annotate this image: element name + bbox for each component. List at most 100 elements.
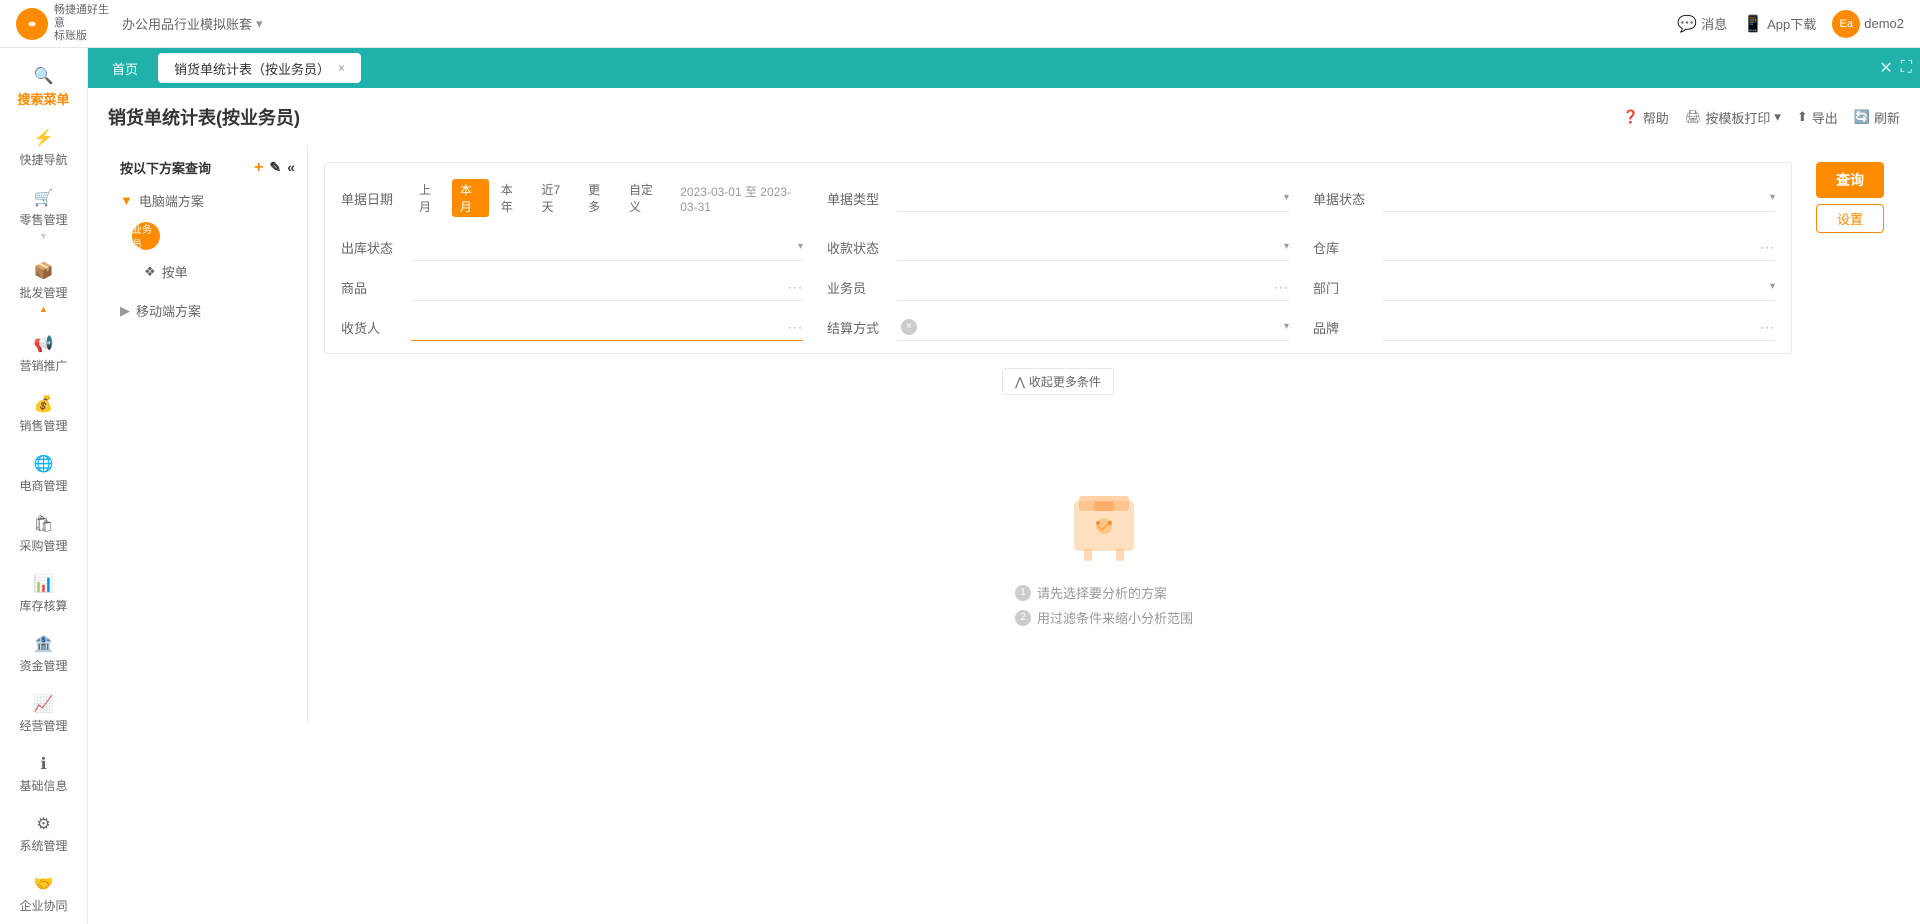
sidebar-item-system[interactable]: ⚙ 系统管理 bbox=[0, 804, 87, 864]
receiver-control[interactable]: ··· bbox=[411, 313, 803, 341]
brand-control[interactable]: ··· bbox=[1383, 313, 1775, 341]
sidebar-item-ecommerce[interactable]: 🌐 电商管理 bbox=[0, 444, 87, 504]
docstatus-label: 单据状态 bbox=[1313, 189, 1383, 208]
sidebar-item-enterprise[interactable]: 🤝 企业协同 bbox=[0, 864, 87, 924]
sidebar-item-basic[interactable]: ℹ 基础信息 bbox=[0, 744, 87, 804]
left-panel-edit-btn[interactable]: ✎ bbox=[269, 159, 281, 177]
warehouse-label: 仓库 bbox=[1313, 238, 1383, 257]
sidebar-item-operations[interactable]: 📈 经营管理 bbox=[0, 684, 87, 744]
settlement-control[interactable]: × ▾ bbox=[897, 313, 1289, 341]
dept-dropdown-arrow[interactable]: ▾ bbox=[1770, 281, 1775, 292]
collapse-button[interactable]: ⋀ 收起更多条件 bbox=[1002, 368, 1114, 395]
inventory-icon: 📊 bbox=[34, 574, 54, 594]
date-btn-7days[interactable]: 近7天 bbox=[534, 179, 577, 217]
goods-label: 商品 bbox=[341, 278, 411, 297]
sidebar-item-shortcut[interactable]: ⚡ 快捷导航 bbox=[0, 118, 87, 178]
sidebar-search-label: 搜索菜单 bbox=[17, 89, 69, 108]
sidebar-item-wholesale[interactable]: 📦 批发管理 ▲ bbox=[0, 251, 87, 324]
finance-icon: 🏦 bbox=[34, 634, 54, 654]
top-bar-left: 畅捷通好生意 标账版 办公用品行业模拟账套 ▾ bbox=[16, 4, 263, 44]
dept-control[interactable]: ▾ bbox=[1383, 273, 1775, 301]
collectstatus-control[interactable]: ▾ bbox=[897, 233, 1289, 261]
help-icon: ❓ bbox=[1623, 109, 1639, 125]
brand-dots[interactable]: ··· bbox=[1760, 320, 1775, 334]
date-btn-custom[interactable]: 自定义 bbox=[621, 179, 668, 217]
sidebar-item-sales[interactable]: 💰 销售管理 bbox=[0, 384, 87, 444]
print-dropdown-icon[interactable]: ▾ bbox=[1774, 109, 1781, 125]
marketing-icon: 📢 bbox=[34, 334, 54, 354]
sidebar-item-search[interactable]: 🔍 搜索菜单 bbox=[0, 56, 87, 118]
sidebar-item-inventory[interactable]: 📊 库存核算 bbox=[0, 564, 87, 624]
tab-active[interactable]: 销货单统计表（按业务员） × bbox=[158, 53, 361, 83]
logo-text: 畅捷通好生意 标账版 bbox=[54, 4, 114, 44]
tab-close-button[interactable]: × bbox=[338, 61, 345, 75]
left-panel-add-btn[interactable]: + bbox=[254, 159, 263, 177]
enterprise-icon: 🤝 bbox=[34, 874, 54, 894]
print-icon: 🖨 bbox=[1685, 109, 1702, 125]
sidebar-finance-label: 资金管理 bbox=[19, 657, 67, 674]
sub-item-order[interactable]: ❖ 按单 bbox=[108, 256, 307, 287]
message-item[interactable]: 💬 消息 bbox=[1677, 14, 1727, 34]
settlement-label: 结算方式 bbox=[827, 318, 897, 337]
app-download-item[interactable]: 📱 App下载 bbox=[1743, 14, 1816, 34]
template-print-action[interactable]: 🖨 按模板打印 ▾ bbox=[1685, 108, 1781, 127]
empty-text-container: 1 请先选择要分析的方案 2 用过滤条件来缩小分析范围 bbox=[1015, 583, 1193, 627]
settlement-tag-close[interactable]: × bbox=[901, 319, 917, 335]
sidebar-sales-label: 销售管理 bbox=[19, 417, 67, 434]
collectstatus-dropdown-arrow[interactable]: ▾ bbox=[1284, 241, 1289, 252]
receiver-dots[interactable]: ··· bbox=[788, 320, 803, 334]
sidebar-item-finance[interactable]: 🏦 资金管理 bbox=[0, 624, 87, 684]
date-btn-this-year[interactable]: 本年 bbox=[493, 179, 530, 217]
breadcrumb-area[interactable]: 办公用品行业模拟账套 ▾ bbox=[122, 14, 263, 33]
refresh-icon: 🔄 bbox=[1854, 109, 1870, 125]
tab-bar-expand-btn[interactable]: ⛶ bbox=[1901, 59, 1912, 77]
warehouse-dots[interactable]: ··· bbox=[1760, 240, 1775, 254]
date-btn-this-month[interactable]: 本月 bbox=[452, 179, 489, 217]
collapse-up-icon: ⋀ bbox=[1015, 375, 1025, 389]
user-item[interactable]: Ea demo2 bbox=[1832, 10, 1904, 38]
tab-bar-close-btn[interactable]: ✕ bbox=[1879, 58, 1892, 78]
settings-button[interactable]: 设置 bbox=[1816, 204, 1884, 233]
goods-dots[interactable]: ··· bbox=[788, 280, 803, 294]
staff-dots[interactable]: ··· bbox=[1274, 280, 1289, 294]
sidebar-item-marketing[interactable]: 📢 营销推广 bbox=[0, 324, 87, 384]
docstatus-control[interactable]: ▾ bbox=[1383, 184, 1775, 212]
filter-item-goods: 商品 ··· bbox=[341, 273, 803, 301]
empty-hint-1: 1 请先选择要分析的方案 bbox=[1015, 583, 1193, 602]
sidebar-marketing-label: 营销推广 bbox=[19, 357, 67, 374]
page-header: 销货单统计表(按业务员) ❓ 帮助 🖨 按模板打印 ▾ bbox=[108, 104, 1900, 130]
sidebar-item-retail[interactable]: 🛒 零售管理 ▼ bbox=[0, 178, 87, 251]
help-action[interactable]: ❓ 帮助 bbox=[1623, 108, 1669, 127]
export-action[interactable]: ⬆ 导出 bbox=[1797, 108, 1838, 127]
desktop-section-header[interactable]: ▼ 电脑端方案 bbox=[108, 185, 307, 216]
hint2-num: 2 bbox=[1015, 610, 1031, 626]
sidebar-item-purchase[interactable]: 🛍 采购管理 bbox=[0, 504, 87, 564]
query-button[interactable]: 查询 bbox=[1816, 162, 1884, 198]
filter-item-staff: 业务员 ··· bbox=[827, 273, 1289, 301]
doctype-dropdown-arrow[interactable]: ▾ bbox=[1284, 192, 1289, 203]
content-with-left: 按以下方案查询 + ✎ « ▼ bbox=[108, 146, 1900, 723]
sidebar: 🔍 搜索菜单 ⚡ 快捷导航 🛒 零售管理 ▼ 📦 批发管理 ▲ 📢 营销推广 bbox=[0, 48, 88, 924]
goods-control[interactable]: ··· bbox=[411, 273, 803, 301]
outstatus-dropdown-arrow[interactable]: ▾ bbox=[798, 241, 803, 252]
date-control: 上月 本月 本年 近7天 更多 自定义 2023-03-01 至 bbox=[411, 175, 803, 221]
left-panel-collapse-btn[interactable]: « bbox=[287, 159, 295, 177]
settlement-dropdown-arrow[interactable]: ▾ bbox=[1284, 321, 1289, 332]
receiver-input[interactable] bbox=[411, 319, 788, 334]
refresh-action[interactable]: 🔄 刷新 bbox=[1854, 108, 1900, 127]
tab-home[interactable]: 首页 bbox=[96, 53, 154, 83]
staff-control[interactable]: ··· bbox=[897, 273, 1289, 301]
sales-icon: 💰 bbox=[34, 394, 54, 414]
outstatus-control[interactable]: ▾ bbox=[411, 233, 803, 261]
purchase-icon: 🛍 bbox=[33, 514, 53, 534]
brand-label: 品牌 bbox=[1313, 318, 1383, 337]
docstatus-dropdown-arrow[interactable]: ▾ bbox=[1770, 192, 1775, 203]
breadcrumb-dropdown-icon[interactable]: ▾ bbox=[256, 16, 263, 32]
date-btn-more[interactable]: 更多 bbox=[580, 179, 617, 217]
doctype-control[interactable]: ▾ bbox=[897, 184, 1289, 212]
mobile-section-header[interactable]: ▶ 移动端方案 bbox=[108, 295, 307, 326]
sub-item-staff[interactable]: 业务员 bbox=[108, 216, 307, 256]
collapse-bar: ⋀ 收起更多条件 bbox=[324, 362, 1792, 401]
date-btn-last-month[interactable]: 上月 bbox=[411, 179, 448, 217]
warehouse-control[interactable]: ··· bbox=[1383, 233, 1775, 261]
